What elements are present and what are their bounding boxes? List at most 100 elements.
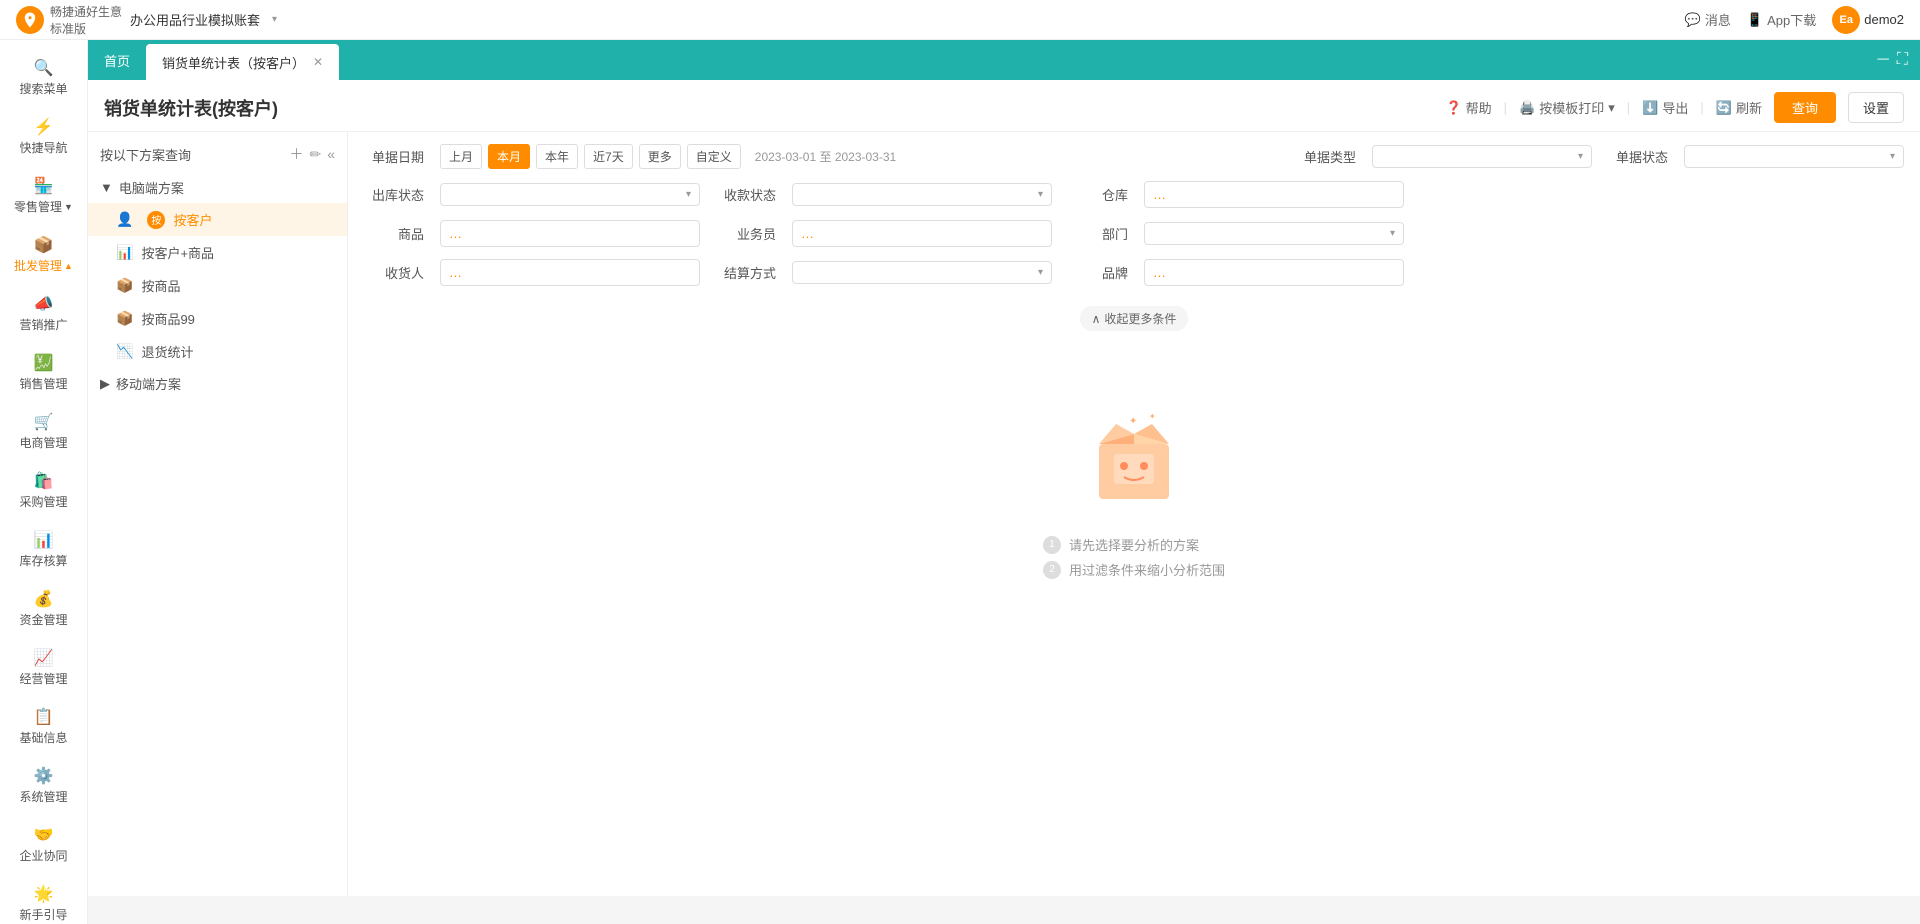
export-icon: ⬇️ <box>1642 100 1658 116</box>
refresh-btn[interactable]: 🔄 刷新 <box>1716 98 1762 117</box>
template-print-btn[interactable]: 🖨️ 按模板打印 ▾ <box>1519 98 1615 117</box>
tree-group-mobile-header[interactable]: ▶ 移动端方案 <box>88 368 347 399</box>
tab-sales-stats[interactable]: 销货单统计表（按客户） ✕ <box>146 44 339 80</box>
payment-select[interactable]: ▾ <box>792 261 1052 284</box>
retail-icon: 🏪 <box>0 176 87 196</box>
recipient-select[interactable]: … <box>440 259 700 286</box>
sidebar-item-inventory[interactable]: 📊 库存核算 <box>0 520 87 579</box>
by-customer-goods-label: 按客户+商品 <box>141 243 214 262</box>
tree-item-by-goods99[interactable]: 📦 按商品99 <box>88 302 347 335</box>
logo-icon <box>16 6 44 34</box>
receipt-status-select[interactable]: ▾ <box>792 183 1052 206</box>
main-wrapper: 🔍 搜索菜单 ⚡ 快捷导航 🏪 零售管理 ▼ 📦 批发管理 ▲ 📣 营销推广 💹 <box>0 40 1920 924</box>
tree-item-return-stats[interactable]: 📉 退货统计 <box>88 335 347 368</box>
department-select[interactable]: ▾ <box>1144 222 1404 245</box>
empty-state: ✦ ✦ 1 请先选择要分析的方案 <box>364 339 1904 645</box>
divider2: | <box>1627 100 1630 115</box>
export-btn[interactable]: ⬇️ 导出 <box>1642 98 1688 117</box>
page-title: 销货单统计表(按客户) <box>104 95 278 121</box>
empty-icon: ✦ ✦ <box>1074 399 1194 519</box>
collapse-label: 收起更多条件 <box>1104 310 1176 327</box>
date-shortcuts: 上月 本月 本年 近7天 更多 自定义 2023-03-01 至 2023-03… <box>440 144 896 169</box>
svg-text:✦: ✦ <box>1149 412 1156 421</box>
settings-btn[interactable]: 设置 <box>1848 92 1904 123</box>
this-month-btn[interactable]: 本月 <box>488 144 530 169</box>
tab-minimize-btn[interactable]: ─ <box>1877 51 1888 69</box>
sidebar-item-system[interactable]: ⚙️ 系统管理 <box>0 756 87 815</box>
edit-scheme-btn[interactable]: ✏ <box>309 146 321 163</box>
out-status-select[interactable]: ▾ <box>440 183 700 206</box>
app-download-btn[interactable]: 📱 App下载 <box>1747 10 1816 29</box>
last-month-btn[interactable]: 上月 <box>440 144 482 169</box>
sidebar-item-operations[interactable]: 📈 经营管理 <box>0 638 87 697</box>
sidebar-item-wholesale[interactable]: 📦 批发管理 ▲ <box>0 225 87 284</box>
filter-row-4: 收货人 … 结算方式 ▾ 品牌 <box>364 259 1904 286</box>
date-range: 2023-03-01 至 2023-03-31 <box>755 148 896 165</box>
goods-label: 商品 <box>364 224 424 243</box>
tab-close-btn[interactable]: ✕ <box>313 55 323 69</box>
doc-type-label: 单据类型 <box>1296 147 1356 166</box>
tab-maximize-btn[interactable]: ⛶ <box>1897 51 1908 69</box>
by-customer-icon: 👤 <box>116 211 133 228</box>
add-scheme-btn[interactable]: ＋ <box>289 144 303 164</box>
header-left: 畅捷通好生意标准版 办公用品行业模拟账套 ▾ <box>16 3 277 37</box>
operations-icon: 📈 <box>0 648 87 668</box>
salesperson-dots: … <box>801 226 814 241</box>
more-btn[interactable]: 更多 <box>639 144 681 169</box>
app-title-dropdown[interactable]: ▾ <box>272 14 277 25</box>
salesperson-select[interactable]: … <box>792 220 1052 247</box>
goods-select[interactable]: … <box>440 220 700 247</box>
filter-row-1: 单据日期 上月 本月 本年 近7天 更多 自定义 <box>364 144 1904 169</box>
department-arrow: ▾ <box>1390 228 1395 239</box>
tree-item-by-goods[interactable]: 📦 按商品 <box>88 269 347 302</box>
divider1: | <box>1504 100 1507 115</box>
sidebar-item-guide[interactable]: 🌟 新手引导 <box>0 874 87 924</box>
date-label: 单据日期 <box>364 147 424 166</box>
doc-status-label: 单据状态 <box>1608 147 1668 166</box>
collapse-btn[interactable]: ∧ 收起更多条件 <box>1080 306 1189 331</box>
warehouse-label: 仓库 <box>1068 185 1128 204</box>
filter-area: 单据日期 上月 本月 本年 近7天 更多 自定义 <box>364 144 1904 339</box>
query-btn[interactable]: 查询 <box>1774 92 1836 123</box>
right-panel: 单据日期 上月 本月 本年 近7天 更多 自定义 <box>348 132 1920 896</box>
sidebar-item-finance[interactable]: 💰 资金管理 <box>0 579 87 638</box>
user-area[interactable]: Ea demo2 <box>1832 6 1904 34</box>
custom-btn[interactable]: 自定义 <box>687 144 741 169</box>
tree-item-by-customer[interactable]: 👤 按 按客户 <box>88 203 347 236</box>
help-btn[interactable]: ❓ 帮助 <box>1445 98 1491 117</box>
sidebar-item-retail[interactable]: 🏪 零售管理 ▼ <box>0 166 87 225</box>
sidebar-item-purchase[interactable]: 🛍️ 采购管理 <box>0 461 87 520</box>
tree-item-by-customer-goods[interactable]: 📊 按客户+商品 <box>88 236 347 269</box>
doc-status-select[interactable]: ▾ <box>1684 145 1904 168</box>
sidebar-item-marketing[interactable]: 📣 营销推广 <box>0 284 87 343</box>
last-7-btn[interactable]: 近7天 <box>584 144 633 169</box>
brand-select[interactable]: … <box>1144 259 1404 286</box>
tree-group-desktop-header[interactable]: ▼ 电脑端方案 <box>88 172 347 203</box>
brand-label: 品牌 <box>1068 263 1128 282</box>
message-btn[interactable]: 💬 消息 <box>1685 10 1731 29</box>
logo-area: 畅捷通好生意标准版 <box>16 3 122 37</box>
out-status-label: 出库状态 <box>364 185 424 204</box>
message-icon: 💬 <box>1685 12 1701 28</box>
sidebar-item-search[interactable]: 🔍 搜索菜单 <box>0 48 87 107</box>
brand-dots: … <box>1153 265 1166 280</box>
this-year-btn[interactable]: 本年 <box>536 144 578 169</box>
by-goods-label: 按商品 <box>141 276 180 295</box>
sidebar-item-quick-nav[interactable]: ⚡ 快捷导航 <box>0 107 87 166</box>
sidebar-item-ecommerce[interactable]: 🛒 电商管理 <box>0 402 87 461</box>
goods-dots: … <box>449 226 462 241</box>
warehouse-select[interactable]: … <box>1144 181 1404 208</box>
sidebar-item-basic[interactable]: 📋 基础信息 <box>0 697 87 756</box>
enterprise-icon: 🤝 <box>0 825 87 845</box>
collapse-panel-btn[interactable]: « <box>327 146 335 162</box>
inventory-icon: 📊 <box>0 530 87 550</box>
return-stats-icon: 📉 <box>116 343 133 360</box>
sidebar-item-sales[interactable]: 💹 销售管理 <box>0 343 87 402</box>
tab-home[interactable]: 首页 <box>88 40 146 80</box>
message-label: 消息 <box>1705 10 1731 29</box>
tree-group-label: 电脑端方案 <box>119 178 184 197</box>
doc-type-select[interactable]: ▾ <box>1372 145 1592 168</box>
sidebar-item-enterprise[interactable]: 🤝 企业协同 <box>0 815 87 874</box>
app-download-icon: 📱 <box>1747 12 1763 28</box>
sidebar: 🔍 搜索菜单 ⚡ 快捷导航 🏪 零售管理 ▼ 📦 批发管理 ▲ 📣 营销推广 💹 <box>0 40 88 924</box>
